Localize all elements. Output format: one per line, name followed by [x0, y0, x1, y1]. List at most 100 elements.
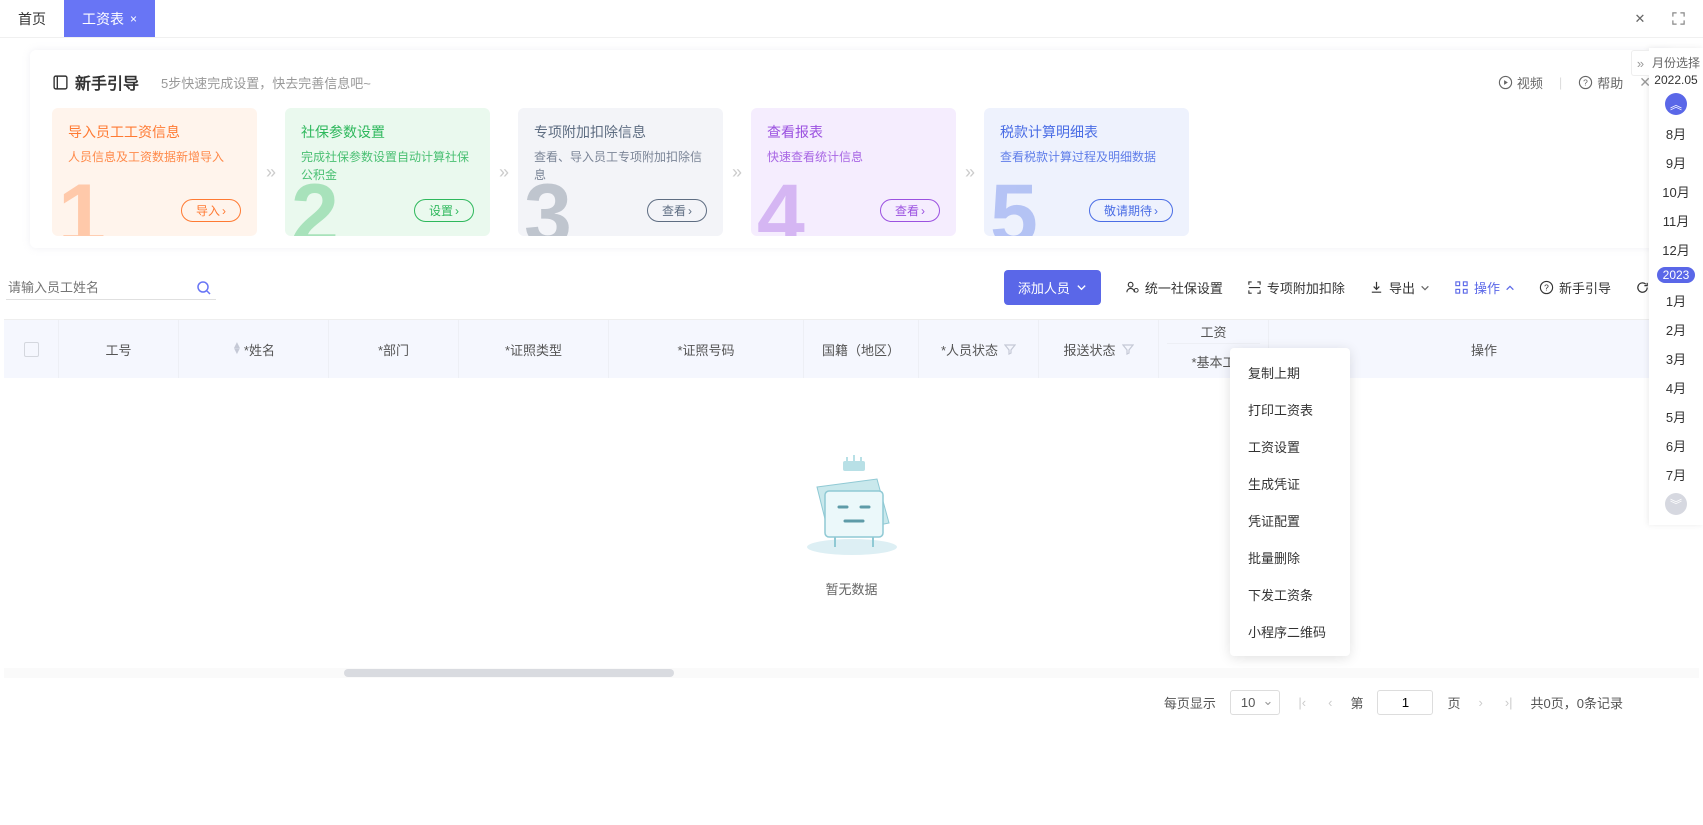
chevron-down-icon [1420, 283, 1430, 293]
close-icon[interactable]: × [130, 12, 137, 26]
guide-panel: 新手引导 5步快速完成设置，快去完善信息吧~ 视频 | ? 帮助 ✕ 导入员工工… [30, 50, 1673, 248]
month-item[interactable]: 3月 [1649, 344, 1703, 373]
guide-button[interactable]: ? 新手引导 [1539, 278, 1611, 297]
th-idno[interactable]: *证照号码 [609, 320, 804, 378]
guide-title-text: 新手引导 [75, 70, 139, 94]
month-item[interactable]: 1月 [1649, 286, 1703, 315]
th-empno[interactable]: 工号 [59, 320, 179, 378]
top-tabs: 首页 工资表 × ✕ [0, 0, 1703, 38]
search-wrap [6, 276, 216, 300]
month-panel-current: 2022.05 [1649, 73, 1703, 87]
operate-button[interactable]: 操作 [1454, 278, 1515, 297]
page-input[interactable] [1377, 690, 1433, 715]
dropdown-item-batch-delete[interactable]: 批量删除 [1230, 539, 1350, 576]
refresh-icon [1635, 280, 1650, 295]
dropdown-item-voucher[interactable]: 生成凭证 [1230, 465, 1350, 502]
dropdown-item-send-payslip[interactable]: 下发工资条 [1230, 576, 1350, 613]
operate-dropdown: 复制上期 打印工资表 工资设置 生成凭证 凭证配置 批量删除 下发工资条 小程序… [1230, 348, 1350, 656]
sort-icon[interactable]: ▲▼ [232, 343, 242, 355]
th-base-salary[interactable]: *基本工 [1191, 344, 1235, 378]
step-2-button[interactable]: 设置› [414, 199, 474, 222]
special-deduct-button[interactable]: 专项附加扣除 [1247, 278, 1345, 297]
month-item[interactable]: 6月 [1649, 431, 1703, 460]
tab-payroll[interactable]: 工资表 × [64, 0, 155, 37]
prev-page-button[interactable]: ‹ [1324, 695, 1336, 710]
export-button[interactable]: 导出 [1369, 278, 1430, 297]
arrow-icon: » [490, 162, 518, 183]
scrollbar-thumb[interactable] [344, 669, 674, 677]
tab-home[interactable]: 首页 [0, 0, 64, 37]
year-badge: 2023 [1657, 267, 1696, 283]
th-name[interactable]: ▲▼*姓名 [179, 320, 329, 378]
th-report-status[interactable]: 报送状态 [1039, 320, 1159, 378]
th-emp-status[interactable]: *人员状态 [919, 320, 1039, 378]
search-icon[interactable] [196, 280, 212, 296]
export-icon [1369, 280, 1384, 295]
scroll-down-icon[interactable]: ︾ [1665, 493, 1687, 515]
month-panel-title: 月份选择 [1649, 54, 1703, 71]
add-person-button[interactable]: 添加人员 [1004, 270, 1101, 305]
video-link[interactable]: 视频 [1498, 73, 1543, 92]
step-1-button[interactable]: 导入› [181, 199, 241, 222]
select-all-checkbox[interactable] [24, 342, 39, 357]
month-item[interactable]: 8月 [1649, 119, 1703, 148]
first-page-button[interactable]: |‹ [1294, 695, 1310, 710]
close-window-button[interactable]: ✕ [1625, 4, 1655, 34]
month-item[interactable]: 10月 [1649, 177, 1703, 206]
toolbar: 添加人员 统一社保设置 专项附加扣除 导出 操作 ? 新手引导 刷新 [4, 266, 1699, 309]
month-item[interactable]: 4月 [1649, 373, 1703, 402]
play-icon [1498, 75, 1513, 90]
month-item[interactable]: 5月 [1649, 402, 1703, 431]
th-nationality[interactable]: 国籍（地区） [804, 320, 919, 378]
filter-icon[interactable] [1004, 343, 1016, 355]
per-page-label: 每页显示 [1164, 693, 1216, 712]
guide-subtitle: 5步快速完成设置，快去完善信息吧~ [161, 73, 371, 92]
th-dept[interactable]: *部门 [329, 320, 459, 378]
table-header: 工号 ▲▼*姓名 *部门 *证照类型 *证照号码 国籍（地区） *人员状态 报送… [4, 320, 1699, 378]
user-gear-icon [1125, 280, 1140, 295]
last-page-button[interactable]: ›| [1501, 695, 1517, 710]
filter-icon[interactable] [1122, 343, 1134, 355]
dropdown-item-settings[interactable]: 工资设置 [1230, 428, 1350, 465]
chevron-up-icon [1505, 283, 1515, 293]
arrow-icon: » [723, 162, 751, 183]
arrow-icon: » [956, 162, 984, 183]
fullscreen-icon[interactable] [1663, 4, 1693, 34]
svg-text:?: ? [1544, 282, 1549, 292]
next-page-button[interactable]: › [1474, 695, 1486, 710]
pagination: 每页显示 10 |‹ ‹ 第 页 › ›| 共0页，0条记录 [0, 678, 1703, 725]
step-card-3: 专项附加扣除信息 查看、导入员工专项附加扣除信息 查看› 3 [518, 108, 723, 236]
dropdown-item-copy[interactable]: 复制上期 [1230, 354, 1350, 391]
unified-social-button[interactable]: 统一社保设置 [1125, 278, 1223, 297]
step-card-1: 导入员工工资信息 人员信息及工资数据新增导入 导入› 1 [52, 108, 257, 236]
month-item[interactable]: 7月 [1649, 460, 1703, 489]
month-panel: » 月份选择 2022.05 ︽ 8月 9月 10月 11月 12月 2023 … [1649, 48, 1703, 525]
step-4-button[interactable]: 查看› [880, 199, 940, 222]
scroll-up-icon[interactable]: ︽ [1665, 93, 1687, 115]
empty-image [787, 449, 917, 559]
month-item[interactable]: 2月 [1649, 315, 1703, 344]
month-item[interactable]: 11月 [1649, 206, 1703, 235]
per-page-select[interactable]: 10 [1230, 690, 1280, 715]
empty-state: 暂无数据 [4, 378, 1699, 668]
step-3-button[interactable]: 查看› [647, 199, 707, 222]
month-item[interactable]: 9月 [1649, 148, 1703, 177]
dropdown-item-qrcode[interactable]: 小程序二维码 [1230, 613, 1350, 650]
dropdown-item-voucher-config[interactable]: 凭证配置 [1230, 502, 1350, 539]
svg-text:?: ? [1583, 77, 1588, 87]
th-checkbox [4, 320, 59, 378]
horizontal-scrollbar[interactable] [4, 668, 1699, 678]
month-item[interactable]: 12月 [1649, 235, 1703, 264]
arrow-icon: » [257, 162, 285, 183]
tab-payroll-label: 工资表 [82, 9, 124, 29]
table: 工号 ▲▼*姓名 *部门 *证照类型 *证照号码 国籍（地区） *人员状态 报送… [4, 319, 1699, 678]
dropdown-item-print[interactable]: 打印工资表 [1230, 391, 1350, 428]
help-link[interactable]: ? 帮助 [1578, 73, 1623, 92]
th-idtype[interactable]: *证照类型 [459, 320, 609, 378]
guide-steps: 导入员工工资信息 人员信息及工资数据新增导入 导入› 1 » 社保参数设置 完成… [52, 108, 1651, 236]
search-input[interactable] [8, 280, 192, 295]
book-icon [52, 74, 69, 91]
step-card-4: 查看报表 快速查看统计信息 查看› 4 [751, 108, 956, 236]
step-5-button[interactable]: 敬请期待› [1089, 199, 1173, 222]
collapse-icon[interactable]: » [1631, 50, 1649, 76]
